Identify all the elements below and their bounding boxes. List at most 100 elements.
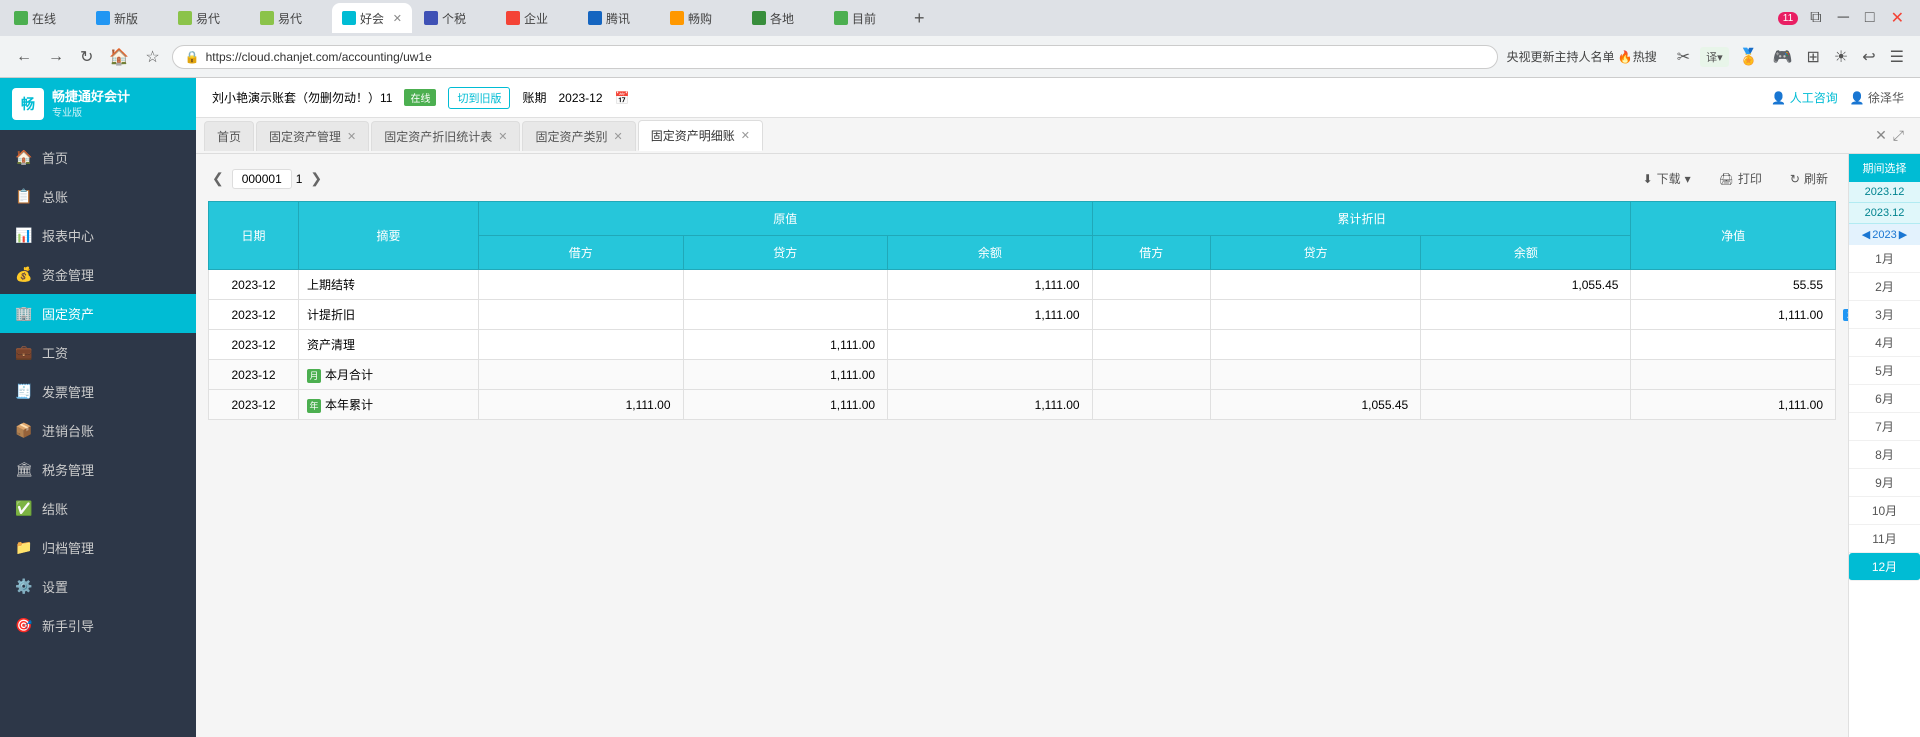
- table-row: 2023-12 计提折旧 1,111.00 1,111.00 2023: [209, 300, 1836, 330]
- browser-tab-xin[interactable]: 新版: [86, 3, 166, 33]
- next-page-button[interactable]: ❯: [306, 168, 326, 189]
- settings-icon: ⚙️: [16, 579, 32, 595]
- close-window-button[interactable]: ✕: [1887, 4, 1908, 32]
- page-input-asset-code[interactable]: [232, 169, 292, 189]
- tab-label-tengxun: 腾讯: [606, 10, 630, 27]
- tab-label-mubiao: 目前: [852, 10, 876, 27]
- period-month-8[interactable]: 8月: [1849, 441, 1920, 469]
- rewards-button[interactable]: 🏅: [1735, 43, 1763, 71]
- sidebar-item-purchase-sale[interactable]: 📦 进销台账: [0, 411, 196, 450]
- page-number: 1: [296, 172, 303, 186]
- browser-tab-haohao[interactable]: 好会 ✕: [332, 3, 412, 33]
- forward-button[interactable]: →: [44, 44, 68, 70]
- back-button[interactable]: ←: [12, 44, 36, 70]
- period-month-12[interactable]: 12月: [1849, 553, 1920, 581]
- tab-fixed-assets-mgmt[interactable]: 固定资产管理 ✕: [256, 121, 369, 151]
- period-month-6[interactable]: 6月: [1849, 385, 1920, 413]
- home-button[interactable]: 🏠: [105, 43, 133, 71]
- new-tab-button[interactable]: +: [906, 8, 933, 29]
- browser-tab-yidai2[interactable]: 易代: [250, 3, 330, 33]
- menu-button[interactable]: ☰: [1886, 43, 1908, 71]
- sidebar-item-invoice[interactable]: 🧾 发票管理: [0, 372, 196, 411]
- tab-fixed-assets-ledger-label: 固定资产明细账: [651, 127, 735, 144]
- switch-version-button[interactable]: 切到旧版: [448, 87, 510, 109]
- sidebar-item-fixed-assets[interactable]: 🏢 固定资产: [0, 294, 196, 333]
- sidebar-item-settlement[interactable]: ✅ 结账: [0, 489, 196, 528]
- period-month-5[interactable]: 5月: [1849, 357, 1920, 385]
- period-month-2[interactable]: 2月: [1849, 273, 1920, 301]
- sidebar-item-tax[interactable]: 🏛 税务管理: [0, 450, 196, 489]
- url-input-box[interactable]: 🔒 https://cloud.chanjet.com/accounting/u…: [172, 45, 1499, 69]
- browser-tab-geshui[interactable]: 个税: [414, 3, 494, 33]
- tab-fixed-assets-ledger[interactable]: 固定资产明细账 ✕: [638, 120, 763, 151]
- period-month-7[interactable]: 7月: [1849, 413, 1920, 441]
- tab-home-label: 首页: [217, 128, 241, 145]
- tab-fixed-assets-ledger-close[interactable]: ✕: [741, 129, 750, 142]
- row3-orig-credit: 1,111.00: [683, 330, 888, 360]
- tab-label-yidai2: 易代: [278, 10, 302, 27]
- period-month-4[interactable]: 4月: [1849, 329, 1920, 357]
- url-text: https://cloud.chanjet.com/accounting/uw1…: [206, 50, 432, 64]
- period-month-9[interactable]: 9月: [1849, 469, 1920, 497]
- period-month-11[interactable]: 11月: [1849, 525, 1920, 553]
- bookmark-button[interactable]: ☆: [141, 43, 163, 71]
- calendar-icon[interactable]: 📅: [615, 91, 630, 105]
- refresh-button[interactable]: ↻ 刷新: [1782, 166, 1836, 191]
- print-icon: 🖨: [1719, 172, 1734, 186]
- row1-date: 2023-12: [209, 270, 299, 300]
- period-month-1[interactable]: 1月: [1849, 245, 1920, 273]
- browser-tab-yidai1[interactable]: 易代: [168, 3, 248, 33]
- period-year-next-icon[interactable]: ▶: [1899, 228, 1907, 241]
- tab-fixed-assets-depr[interactable]: 固定资产折旧统计表 ✕: [371, 121, 520, 151]
- period-year-prev-icon[interactable]: ◀: [1862, 228, 1870, 241]
- customer-service[interactable]: 👤 人工咨询: [1771, 89, 1837, 106]
- refresh-icon: ↻: [1790, 172, 1800, 186]
- tab-fixed-assets-category[interactable]: 固定资产类别 ✕: [522, 121, 635, 151]
- browser-tab-gedi[interactable]: 各地: [742, 3, 822, 33]
- tab-favicon-geshui: [424, 11, 438, 25]
- reload-button[interactable]: ↻: [76, 43, 97, 71]
- notification-badge: 11: [1778, 12, 1798, 25]
- tab-panel-expand-button[interactable]: ⤢: [1893, 127, 1904, 144]
- sidebar-item-guide[interactable]: 🎯 新手引导: [0, 606, 196, 645]
- sidebar-item-general-ledger[interactable]: 📋 总账: [0, 177, 196, 216]
- period-month-3[interactable]: 3月: [1849, 301, 1920, 329]
- sidebar-item-reports[interactable]: 📊 报表中心: [0, 216, 196, 255]
- tab-favicon-yidai2: [260, 11, 274, 25]
- tab-panel-close-button[interactable]: ✕: [1875, 127, 1887, 144]
- period-month-10[interactable]: 10月: [1849, 497, 1920, 525]
- download-button[interactable]: ⬇ 下载 ▾: [1635, 166, 1699, 191]
- browser-tab-chang[interactable]: 畅购: [660, 3, 740, 33]
- maximize-window-button[interactable]: □: [1861, 5, 1879, 31]
- tab-fixed-assets-depr-close[interactable]: ✕: [498, 130, 507, 143]
- tab-fixed-assets-category-close[interactable]: ✕: [614, 130, 623, 143]
- scissors-icon[interactable]: ✂: [1673, 43, 1694, 71]
- translate-button[interactable]: 译▾: [1700, 47, 1729, 67]
- tab-home[interactable]: 首页: [204, 121, 254, 151]
- sidebar-item-funds[interactable]: 💰 资金管理: [0, 255, 196, 294]
- minimize-window-button[interactable]: ─: [1834, 5, 1853, 31]
- sidebar-item-home[interactable]: 🏠 首页: [0, 138, 196, 177]
- sidebar-item-archive[interactable]: 📁 归档管理: [0, 528, 196, 567]
- sidebar-label-payroll: 工资: [42, 343, 68, 362]
- history-button[interactable]: ↩: [1858, 43, 1879, 71]
- browser-tab-zaixian[interactable]: 在线: [4, 3, 84, 33]
- user-avatar[interactable]: 👤 徐泽华: [1850, 89, 1904, 106]
- browser-tab-tengxun[interactable]: 腾讯: [578, 3, 658, 33]
- sidebar-item-settings[interactable]: ⚙️ 设置: [0, 567, 196, 606]
- games-button[interactable]: 🎮: [1769, 43, 1797, 71]
- period-year[interactable]: ◀ 2023 ▶: [1849, 224, 1920, 245]
- prev-page-button[interactable]: ❮: [208, 168, 228, 189]
- browser-tab-mubiao[interactable]: 目前: [824, 3, 904, 33]
- tab-label-chang: 畅购: [688, 10, 712, 27]
- browser-tab-qiye[interactable]: 企业: [496, 3, 576, 33]
- tab-fixed-assets-mgmt-close[interactable]: ✕: [347, 130, 356, 143]
- grid-button[interactable]: ⊞: [1803, 43, 1824, 71]
- print-button[interactable]: 🖨 打印: [1711, 166, 1770, 191]
- tab-label-yidai1: 易代: [196, 10, 220, 27]
- tab-close-haohao[interactable]: ✕: [393, 12, 402, 25]
- sidebar-logo: 畅: [12, 88, 44, 120]
- sidebar-item-payroll[interactable]: 💼 工资: [0, 333, 196, 372]
- brightness-button[interactable]: ☀: [1830, 43, 1852, 71]
- restore-window-button[interactable]: ⧉: [1806, 5, 1825, 31]
